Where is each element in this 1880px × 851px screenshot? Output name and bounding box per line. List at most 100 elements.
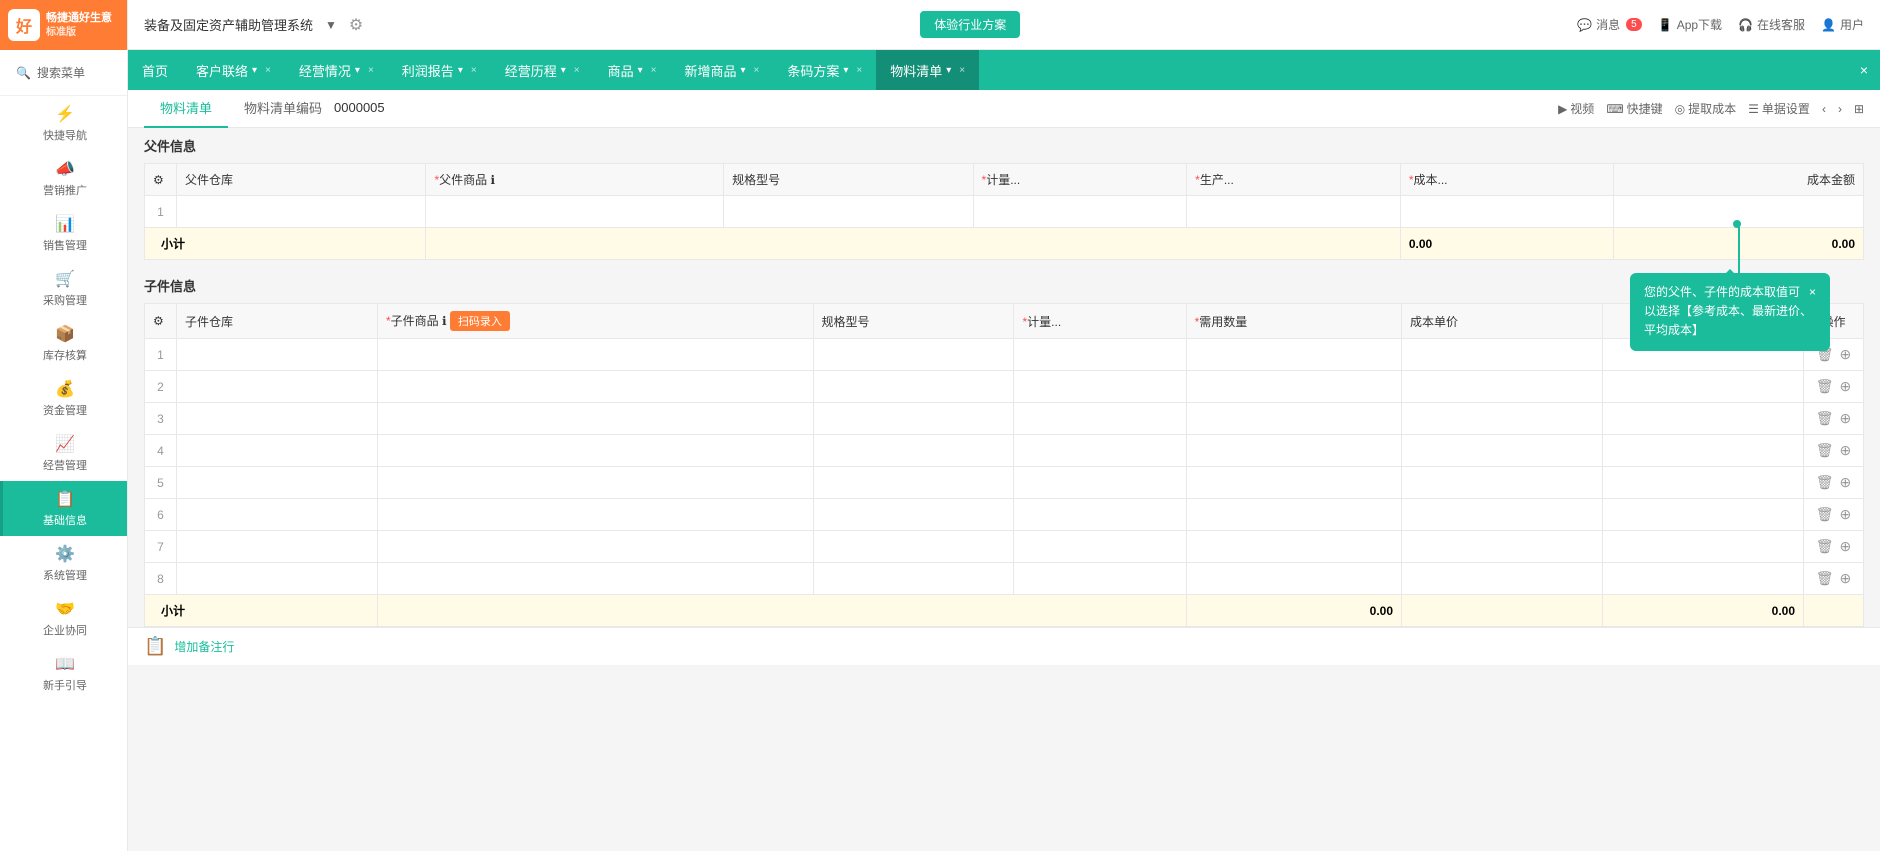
child-row-5-warehouse[interactable] <box>177 467 378 499</box>
tab-profit-close[interactable]: × <box>471 65 477 76</box>
app-download-button[interactable]: 📱 App下载 <box>1658 16 1722 33</box>
child-row-7-copy[interactable]: ⊕ <box>1840 538 1852 555</box>
child-row-2-unit[interactable] <box>1014 371 1186 403</box>
tooltip-close-btn[interactable]: × <box>1809 283 1816 302</box>
child-row-5-amount[interactable] <box>1602 467 1803 499</box>
child-row-7-unit[interactable] <box>1014 531 1186 563</box>
parent-row-1-product[interactable] <box>426 196 724 228</box>
child-row-8-amount[interactable] <box>1602 563 1803 595</box>
child-row-3-warehouse[interactable] <box>177 403 378 435</box>
child-row-7-qty[interactable] <box>1186 531 1401 563</box>
tab-profit[interactable]: 利润报告 ▾ × <box>388 50 491 90</box>
child-row-2-spec[interactable] <box>813 371 1014 403</box>
sidebar-item-operations[interactable]: 📈 经营管理 <box>0 426 127 481</box>
child-row-3-qty[interactable] <box>1186 403 1401 435</box>
tab-bom[interactable]: 物料清单 ▾ × <box>876 50 979 90</box>
nav-prev[interactable]: ‹ <box>1822 102 1826 116</box>
nav-next[interactable]: › <box>1838 102 1842 116</box>
tab-operations[interactable]: 经营情况 ▾ × <box>285 50 388 90</box>
tab-history-close[interactable]: × <box>574 65 580 76</box>
parent-col-settings[interactable]: ⚙ <box>145 164 177 196</box>
child-row-8-unit-cost[interactable] <box>1402 563 1603 595</box>
child-row-8-warehouse[interactable] <box>177 563 378 595</box>
child-row-3-unit[interactable] <box>1014 403 1186 435</box>
grid-view-icon[interactable]: ⊞ <box>1854 102 1864 116</box>
tab-customer[interactable]: 客户联络 ▾ × <box>182 50 285 90</box>
child-row-2-qty[interactable] <box>1186 371 1401 403</box>
child-row-6-product[interactable] <box>377 499 813 531</box>
child-row-2-unit-cost[interactable] <box>1402 371 1603 403</box>
child-row-3-unit-cost[interactable] <box>1402 403 1603 435</box>
parent-row-1-cost[interactable] <box>1400 196 1614 228</box>
child-row-8-copy[interactable]: ⊕ <box>1840 570 1852 587</box>
child-row-1-unit[interactable] <box>1014 339 1186 371</box>
child-row-8-unit[interactable] <box>1014 563 1186 595</box>
child-row-7-delete[interactable]: 🗑 <box>1816 538 1834 555</box>
child-row-4-product[interactable] <box>377 435 813 467</box>
add-note-label[interactable]: 增加备注行 <box>174 638 234 655</box>
child-row-6-unit[interactable] <box>1014 499 1186 531</box>
user-button[interactable]: 👤 用户 <box>1821 16 1864 33</box>
child-row-4-spec[interactable] <box>813 435 1014 467</box>
child-row-4-unit[interactable] <box>1014 435 1186 467</box>
child-row-6-unit-cost[interactable] <box>1402 499 1603 531</box>
child-row-1-copy[interactable]: ⊕ <box>1840 346 1852 363</box>
child-row-7-unit-cost[interactable] <box>1402 531 1603 563</box>
child-row-6-delete[interactable]: 🗑 <box>1816 506 1834 523</box>
child-row-6-qty[interactable] <box>1186 499 1401 531</box>
tab-customer-close[interactable]: × <box>265 65 271 76</box>
child-row-4-warehouse[interactable] <box>177 435 378 467</box>
tab-product-close[interactable]: × <box>651 65 657 76</box>
message-button[interactable]: 💬 消息 5 <box>1577 16 1642 33</box>
sidebar-item-system[interactable]: ⚙️ 系统管理 <box>0 536 127 591</box>
close-all-tabs[interactable]: × <box>1848 62 1880 78</box>
child-row-1-unit-cost[interactable] <box>1402 339 1603 371</box>
sidebar-item-purchase[interactable]: 🛒 采购管理 <box>0 261 127 316</box>
parent-row-1-warehouse[interactable] <box>177 196 426 228</box>
tab-barcode[interactable]: 条码方案 ▾ × <box>773 50 876 90</box>
child-row-7-spec[interactable] <box>813 531 1014 563</box>
sidebar-item-guide[interactable]: 📖 新手引导 <box>0 646 127 701</box>
child-row-5-copy[interactable]: ⊕ <box>1840 474 1852 491</box>
child-row-5-unit-cost[interactable] <box>1402 467 1603 499</box>
tab-history[interactable]: 经营历程 ▾ × <box>491 50 594 90</box>
tab-new-product-close[interactable]: × <box>754 65 760 76</box>
child-row-6-spec[interactable] <box>813 499 1014 531</box>
child-row-4-unit-cost[interactable] <box>1402 435 1603 467</box>
sub-tab-bom-code[interactable]: 物料清单编码 0000005 <box>228 90 401 128</box>
trial-button[interactable]: 体验行业方案 <box>920 11 1020 38</box>
child-row-7-product[interactable] <box>377 531 813 563</box>
child-row-7-warehouse[interactable] <box>177 531 378 563</box>
child-row-4-amount[interactable] <box>1602 435 1803 467</box>
child-row-1-qty[interactable] <box>1186 339 1401 371</box>
child-col-settings[interactable]: ⚙ <box>145 304 177 339</box>
parent-row-1-production[interactable] <box>1187 196 1401 228</box>
child-row-8-product[interactable] <box>377 563 813 595</box>
child-row-7-amount[interactable] <box>1602 531 1803 563</box>
single-settings-action[interactable]: ☰ 单据设置 <box>1748 100 1810 117</box>
child-row-4-copy[interactable]: ⊕ <box>1840 442 1852 459</box>
parent-row-1-spec[interactable] <box>724 196 973 228</box>
extract-cost-action[interactable]: ◎ 提取成本 <box>1675 100 1737 117</box>
child-row-2-warehouse[interactable] <box>177 371 378 403</box>
child-row-5-spec[interactable] <box>813 467 1014 499</box>
tab-barcode-close[interactable]: × <box>856 65 862 76</box>
settings-icon[interactable]: ⚙ <box>349 15 363 35</box>
sidebar-item-quick-nav[interactable]: ⚡ 快捷导航 <box>0 96 127 151</box>
sidebar-item-inventory[interactable]: 📦 库存核算 <box>0 316 127 371</box>
sidebar-item-marketing[interactable]: 📣 营销推广 <box>0 151 127 206</box>
sidebar-item-sales[interactable]: 📊 销售管理 <box>0 206 127 261</box>
child-row-8-spec[interactable] <box>813 563 1014 595</box>
child-row-3-spec[interactable] <box>813 403 1014 435</box>
child-row-5-delete[interactable]: 🗑 <box>1816 474 1834 491</box>
tab-product[interactable]: 商品 ▾ × <box>594 50 671 90</box>
child-row-1-product[interactable] <box>377 339 813 371</box>
child-row-5-qty[interactable] <box>1186 467 1401 499</box>
parent-row-1-unit[interactable] <box>973 196 1187 228</box>
view-action[interactable]: ▶ 视频 <box>1558 100 1594 117</box>
online-service-button[interactable]: 🎧 在线客服 <box>1738 16 1805 33</box>
child-row-3-amount[interactable] <box>1602 403 1803 435</box>
child-row-1-warehouse[interactable] <box>177 339 378 371</box>
child-row-1-spec[interactable] <box>813 339 1014 371</box>
sidebar-item-enterprise[interactable]: 🤝 企业协同 <box>0 591 127 646</box>
